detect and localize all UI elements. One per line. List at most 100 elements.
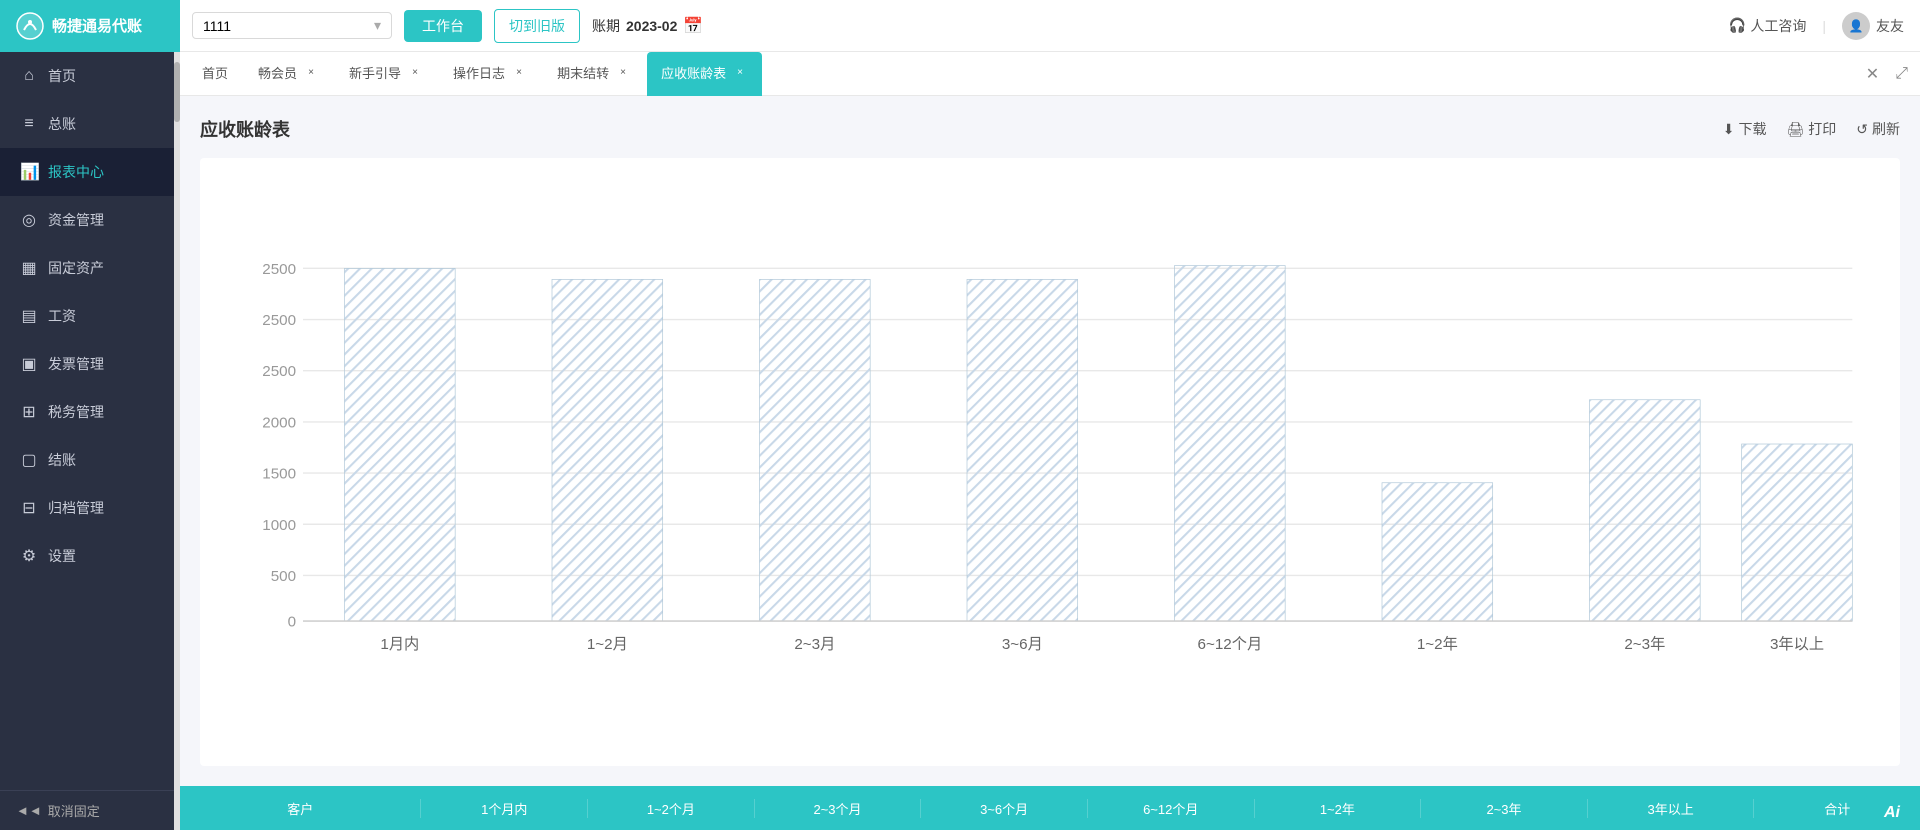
headset-icon: 🎧 xyxy=(1729,17,1746,34)
avatar-icon: 👤 xyxy=(1849,19,1864,33)
svg-text:2500: 2500 xyxy=(262,261,296,278)
th-2-3m: 2~3个月 xyxy=(755,799,922,818)
page-header: 应收账龄表 ⬇ 下载 🖨 打印 ↺ 刷新 xyxy=(200,116,1900,142)
tab-aging[interactable]: 应收账龄表 × xyxy=(647,52,762,96)
bar-chart: 2500 2500 2500 2000 1500 1000 500 0 xyxy=(220,178,1880,746)
content-area: 首页 畅会员 × 新手引导 × 操作日志 × 期末结转 × 应收账龄表 × xyxy=(180,52,1920,830)
refresh-button[interactable]: ↺ 刷新 xyxy=(1856,119,1900,139)
sidebar-label-tax: 税务管理 xyxy=(48,402,104,422)
pin-icon: ◄◄ xyxy=(16,803,42,818)
sidebar: ⌂ 首页 ≡ 总账 📊 报表中心 ◎ 资金管理 ▦ 固定资产 ▤ 工资 ▣ 发票… xyxy=(0,52,180,830)
switch-button[interactable]: 切到旧版 xyxy=(494,9,580,43)
bar-1-2年 xyxy=(1382,483,1493,621)
settings-icon: ⚙ xyxy=(20,546,38,566)
th-customer: 客户 xyxy=(180,799,421,818)
svg-text:1500: 1500 xyxy=(262,466,296,483)
tab-aging-close[interactable]: × xyxy=(732,65,748,81)
company-selector[interactable]: 1111 ▾ xyxy=(192,12,392,39)
header-right: 🎧 人工咨询 | 👤 友友 xyxy=(1729,12,1904,40)
svg-text:2500: 2500 xyxy=(262,363,296,380)
sidebar-item-settlement[interactable]: ▢ 结账 xyxy=(0,436,180,484)
dropdown-icon: ▾ xyxy=(374,17,381,34)
sidebar-label-funds: 资金管理 xyxy=(48,210,104,230)
sidebar-label-reports: 报表中心 xyxy=(48,162,104,182)
tab-aging-label: 应收账龄表 xyxy=(661,63,726,82)
invoice-icon: ▣ xyxy=(20,354,38,374)
svg-text:2500: 2500 xyxy=(262,312,296,329)
sidebar-footer[interactable]: ◄◄ 取消固定 xyxy=(0,790,180,830)
table-header: 客户 1个月内 1~2个月 2~3个月 3~6个月 6~12个月 1~2年 2~… xyxy=(180,786,1920,830)
logo: 畅捷通易代账 xyxy=(0,0,180,52)
sidebar-item-home[interactable]: ⌂ 首页 xyxy=(0,52,180,100)
bar-2-3年 xyxy=(1590,400,1701,621)
sidebar-item-settings[interactable]: ⚙ 设置 xyxy=(0,532,180,580)
sidebar-item-invoice[interactable]: ▣ 发票管理 xyxy=(0,340,180,388)
tab-guide-label: 新手引导 xyxy=(349,63,401,82)
period-label: 账期 xyxy=(592,16,620,36)
th-1m: 1个月内 xyxy=(421,799,588,818)
svg-text:6~12个月: 6~12个月 xyxy=(1198,636,1263,653)
tab-oplog[interactable]: 操作日志 × xyxy=(439,52,541,96)
print-label: 打印 xyxy=(1808,119,1836,139)
tab-home[interactable]: 首页 xyxy=(188,52,242,96)
svg-text:2~3年: 2~3年 xyxy=(1624,636,1665,653)
tab-yearend-close[interactable]: × xyxy=(615,65,631,81)
avatar: 👤 xyxy=(1842,12,1870,40)
ai-badge[interactable]: Ai xyxy=(1864,796,1920,830)
sidebar-item-ledger[interactable]: ≡ 总账 xyxy=(0,100,180,148)
tab-member-close[interactable]: × xyxy=(303,65,319,81)
refresh-icon: ↺ xyxy=(1856,121,1868,138)
sidebar-scrollbar[interactable] xyxy=(174,52,180,830)
username: 友友 xyxy=(1876,16,1904,36)
period-value: 2023-02 xyxy=(626,18,677,34)
sidebar-item-archive[interactable]: ⊟ 归档管理 xyxy=(0,484,180,532)
download-button[interactable]: ⬇ 下载 xyxy=(1723,119,1767,139)
svg-text:0: 0 xyxy=(288,614,296,631)
tab-guide[interactable]: 新手引导 × xyxy=(335,52,437,96)
ai-label: Ai xyxy=(1884,804,1900,821)
expand-button[interactable]: ⤢ xyxy=(1891,61,1912,87)
calendar-icon[interactable]: 📅 xyxy=(683,16,703,36)
page-content: 应收账龄表 ⬇ 下载 🖨 打印 ↺ 刷新 xyxy=(180,96,1920,786)
sidebar-label-archive: 归档管理 xyxy=(48,498,104,518)
consult-button[interactable]: 🎧 人工咨询 xyxy=(1729,16,1806,36)
user-menu[interactable]: 👤 友友 xyxy=(1842,12,1904,40)
svg-text:3~6月: 3~6月 xyxy=(1002,636,1043,653)
sidebar-item-payroll[interactable]: ▤ 工资 xyxy=(0,292,180,340)
unpin-label: 取消固定 xyxy=(48,801,100,820)
refresh-label: 刷新 xyxy=(1872,119,1900,139)
logo-text: 畅捷通易代账 xyxy=(52,15,142,36)
svg-text:1000: 1000 xyxy=(262,517,296,534)
bar-1月内 xyxy=(345,268,456,621)
sidebar-label-home: 首页 xyxy=(48,66,76,86)
tab-oplog-close[interactable]: × xyxy=(511,65,527,81)
svg-text:1~2月: 1~2月 xyxy=(587,636,628,653)
sidebar-item-assets[interactable]: ▦ 固定资产 xyxy=(0,244,180,292)
company-name: 1111 xyxy=(203,18,231,34)
sidebar-label-assets: 固定资产 xyxy=(48,258,104,278)
sidebar-item-tax[interactable]: ⊞ 税务管理 xyxy=(0,388,180,436)
tabs-right: ✕ ⤢ xyxy=(1862,60,1912,88)
sidebar-label-ledger: 总账 xyxy=(48,114,76,134)
tabs-bar: 首页 畅会员 × 新手引导 × 操作日志 × 期末结转 × 应收账龄表 × xyxy=(180,52,1920,96)
svg-text:1~2年: 1~2年 xyxy=(1417,636,1458,653)
th-3y: 3年以上 xyxy=(1588,799,1755,818)
workbench-button[interactable]: 工作台 xyxy=(404,10,482,42)
print-button[interactable]: 🖨 打印 xyxy=(1786,119,1836,139)
download-label: 下载 xyxy=(1738,119,1766,139)
sidebar-item-reports[interactable]: 📊 报表中心 xyxy=(0,148,180,196)
tab-home-label: 首页 xyxy=(202,63,228,82)
download-icon: ⬇ xyxy=(1723,121,1735,138)
bar-6-12月 xyxy=(1175,266,1286,622)
tab-yearend[interactable]: 期末结转 × xyxy=(543,52,645,96)
print-icon: 🖨 xyxy=(1786,121,1804,138)
close-all-tabs-button[interactable]: ✕ xyxy=(1862,60,1883,88)
sidebar-item-funds[interactable]: ◎ 资金管理 xyxy=(0,196,180,244)
payroll-icon: ▤ xyxy=(20,306,38,326)
sidebar-label-settings: 设置 xyxy=(48,546,76,566)
tab-guide-close[interactable]: × xyxy=(407,65,423,81)
th-3-6m: 3~6个月 xyxy=(921,799,1088,818)
tab-member[interactable]: 畅会员 × xyxy=(244,52,333,96)
svg-text:1月内: 1月内 xyxy=(380,636,419,653)
sidebar-label-payroll: 工资 xyxy=(48,306,76,326)
